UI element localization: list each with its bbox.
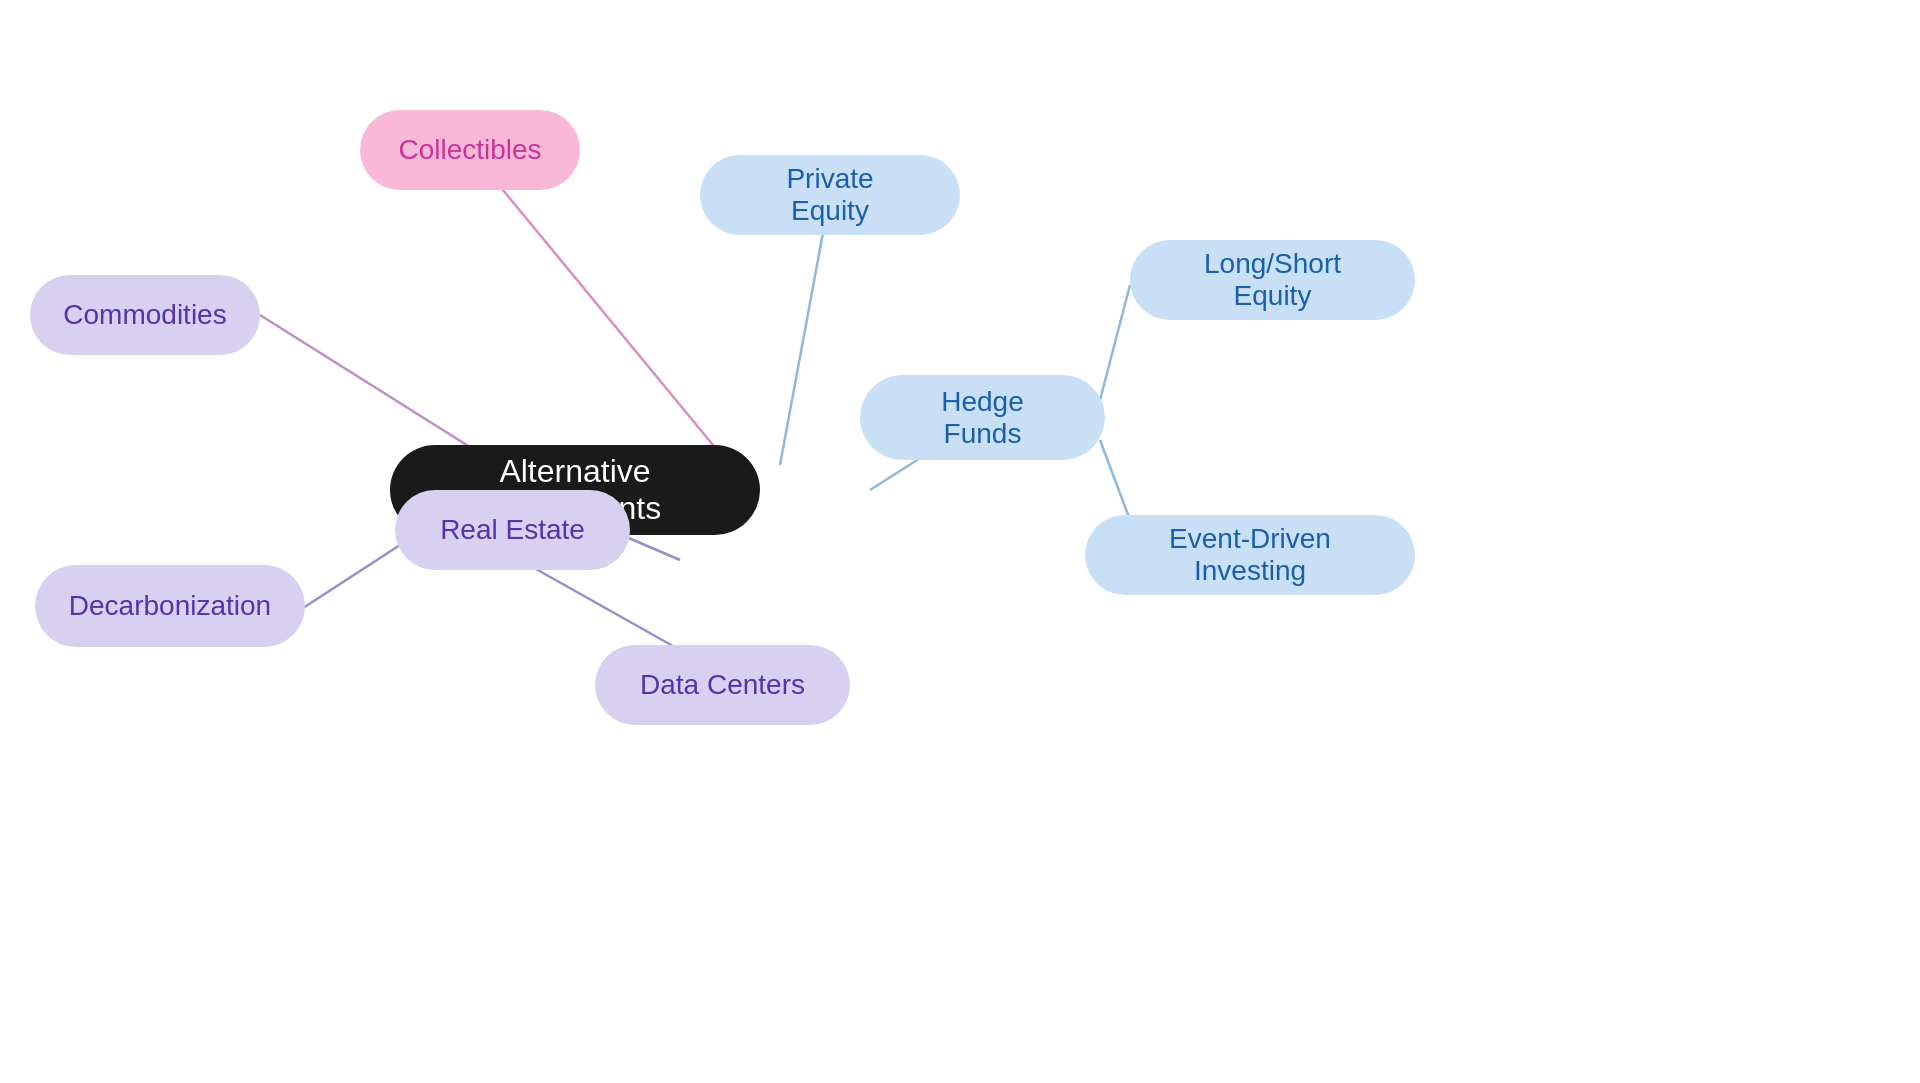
long-short-equity-node[interactable]: Long/Short Equity [1130, 240, 1415, 320]
svg-line-4 [1100, 285, 1130, 400]
commodities-label: Commodities [63, 299, 226, 331]
decarbonization-node[interactable]: Decarbonization [35, 565, 305, 647]
real-estate-label: Real Estate [440, 514, 585, 546]
svg-line-2 [780, 195, 830, 465]
long-short-equity-label: Long/Short Equity [1175, 248, 1370, 312]
svg-line-7 [520, 560, 680, 650]
event-driven-node[interactable]: Event-Driven Investing [1085, 515, 1415, 595]
svg-line-5 [1100, 440, 1130, 520]
collectibles-label: Collectibles [398, 134, 541, 166]
collectibles-node[interactable]: Collectibles [360, 110, 580, 190]
private-equity-node[interactable]: Private Equity [700, 155, 960, 235]
event-driven-label: Event-Driven Investing [1130, 523, 1370, 587]
data-centers-label: Data Centers [640, 669, 805, 701]
real-estate-node[interactable]: Real Estate [395, 490, 630, 570]
decarbonization-label: Decarbonization [69, 590, 271, 622]
data-centers-node[interactable]: Data Centers [595, 645, 850, 725]
commodities-node[interactable]: Commodities [30, 275, 260, 355]
hedge-funds-node[interactable]: Hedge Funds [860, 375, 1105, 460]
private-equity-label: Private Equity [745, 163, 915, 227]
hedge-funds-label: Hedge Funds [905, 386, 1060, 450]
svg-line-8 [300, 545, 400, 610]
